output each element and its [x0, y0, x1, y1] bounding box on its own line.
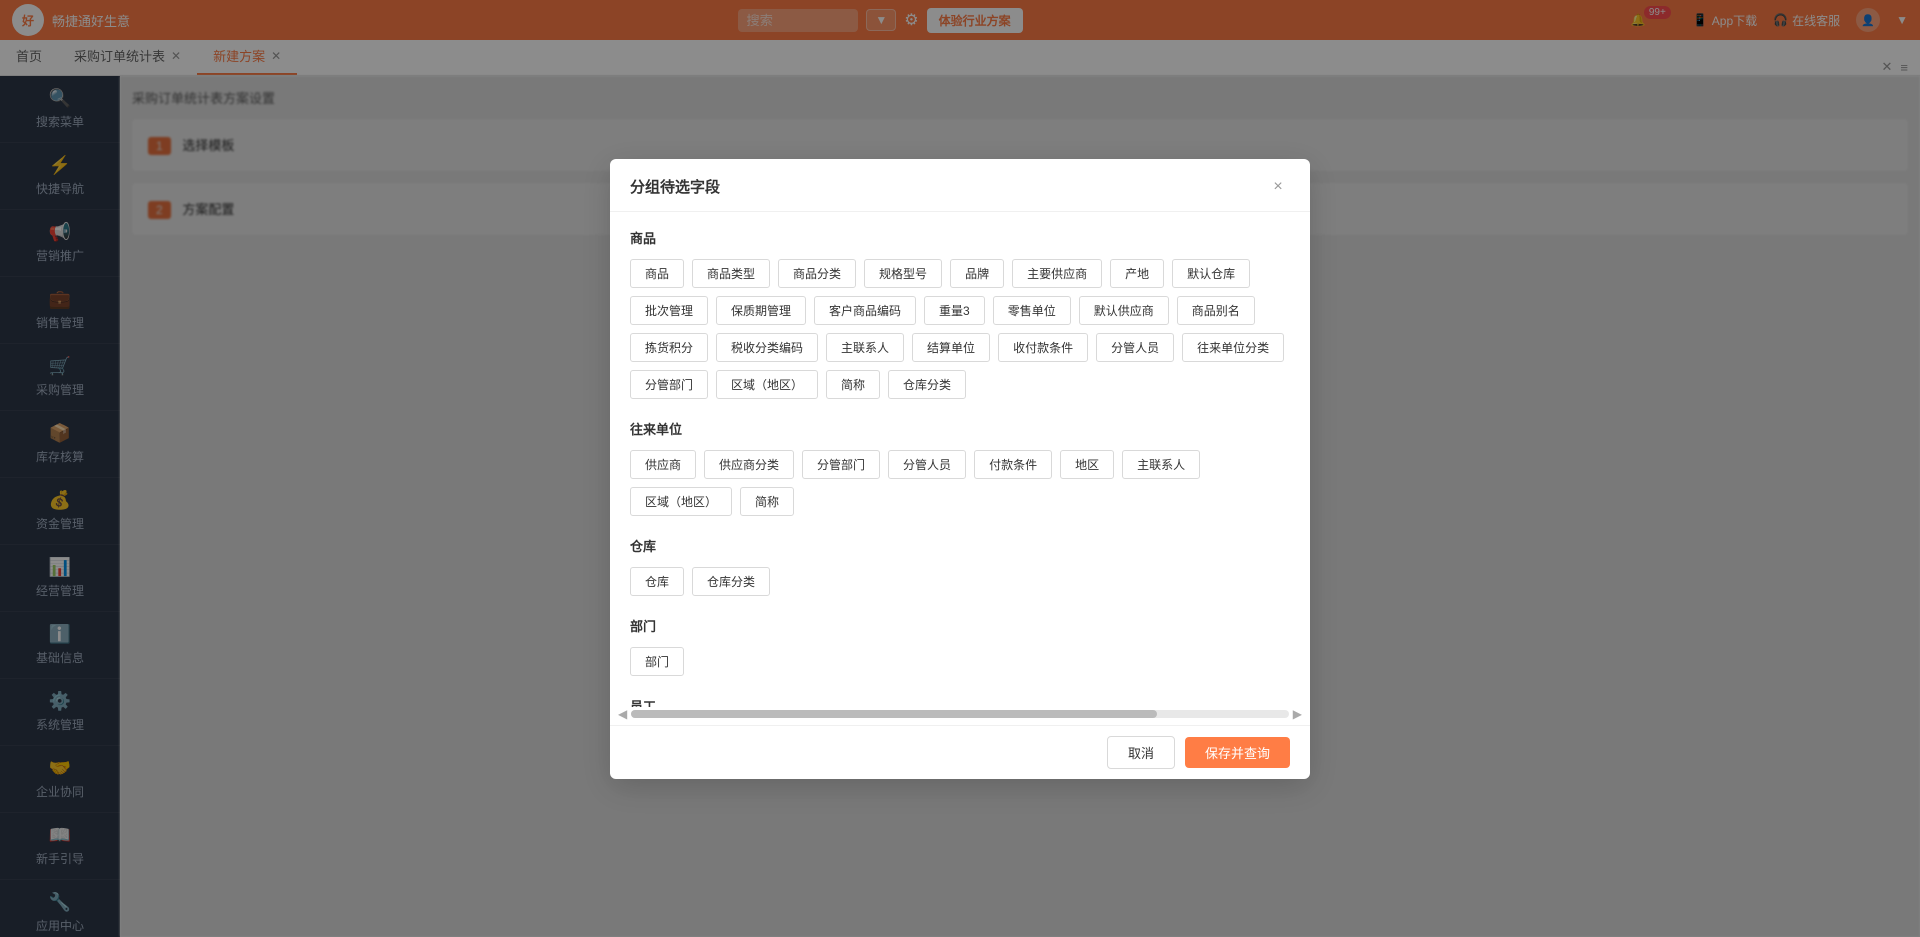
- field-tag-重量3[interactable]: 重量3: [924, 296, 985, 325]
- modal-close-button[interactable]: ×: [1266, 175, 1290, 199]
- section-product: 商品 商品商品类型商品分类规格型号品牌主要供应商产地默认仓库批次管理保质期管理客…: [630, 228, 1290, 399]
- section-department-title: 部门: [630, 616, 1290, 635]
- field-tag-仓库分类[interactable]: 仓库分类: [888, 370, 966, 399]
- field-tag-分管部门[interactable]: 分管部门: [802, 450, 880, 479]
- field-tag-分管人员[interactable]: 分管人员: [888, 450, 966, 479]
- section-partner: 往来单位 供应商供应商分类分管部门分管人员付款条件地区主联系人区域（地区） 简称: [630, 419, 1290, 516]
- field-tag-品牌[interactable]: 品牌: [950, 259, 1004, 288]
- product-fields: 商品商品类型商品分类规格型号品牌主要供应商产地默认仓库批次管理保质期管理客户商品…: [630, 259, 1290, 399]
- field-tag-商品分类[interactable]: 商品分类: [778, 259, 856, 288]
- field-tag-默认供应商[interactable]: 默认供应商: [1079, 296, 1169, 325]
- field-tag-批次管理[interactable]: 批次管理: [630, 296, 708, 325]
- field-tag-拣货积分[interactable]: 拣货积分: [630, 333, 708, 362]
- field-tag-收付款条件[interactable]: 收付款条件: [998, 333, 1088, 362]
- confirm-button[interactable]: 保存并查询: [1185, 737, 1290, 768]
- section-partner-title: 往来单位: [630, 419, 1290, 438]
- field-tag-保质期管理[interactable]: 保质期管理: [716, 296, 806, 325]
- field-tag-仓库分类[interactable]: 仓库分类: [692, 567, 770, 596]
- field-tag-供应商[interactable]: 供应商: [630, 450, 696, 479]
- section-employee-title: 员工: [630, 696, 1290, 707]
- field-tag-产地[interactable]: 产地: [1110, 259, 1164, 288]
- field-tag-商品类型[interactable]: 商品类型: [692, 259, 770, 288]
- field-tag-区域（地区）[interactable]: 区域（地区）: [716, 370, 818, 399]
- field-tag-商品别名[interactable]: 商品别名: [1177, 296, 1255, 325]
- warehouse-fields: 仓库仓库分类: [630, 567, 1290, 596]
- field-tag-结算单位[interactable]: 结算单位: [912, 333, 990, 362]
- field-tag-简称[interactable]: 简称: [740, 487, 794, 516]
- department-fields: 部门: [630, 647, 1290, 676]
- section-warehouse: 仓库 仓库仓库分类: [630, 536, 1290, 596]
- modal: 分组待选字段 × 商品 商品商品类型商品分类规格型号品牌主要供应商产地默认仓库批…: [610, 159, 1310, 779]
- field-tag-主要供应商[interactable]: 主要供应商: [1012, 259, 1102, 288]
- field-tag-主联系人[interactable]: 主联系人: [826, 333, 904, 362]
- field-tag-商品[interactable]: 商品: [630, 259, 684, 288]
- horizontal-scrollbar[interactable]: [631, 710, 1289, 718]
- modal-footer: 取消 保存并查询: [610, 725, 1310, 779]
- field-tag-简称[interactable]: 简称: [826, 370, 880, 399]
- field-tag-仓库[interactable]: 仓库: [630, 567, 684, 596]
- field-tag-供应商分类[interactable]: 供应商分类: [704, 450, 794, 479]
- modal-header: 分组待选字段 ×: [610, 159, 1310, 212]
- field-tag-付款条件[interactable]: 付款条件: [974, 450, 1052, 479]
- field-tag-规格型号[interactable]: 规格型号: [864, 259, 942, 288]
- field-tag-往来单位分类[interactable]: 往来单位分类: [1182, 333, 1284, 362]
- section-department: 部门 部门: [630, 616, 1290, 676]
- field-tag-区域（地区）[interactable]: 区域（地区）: [630, 487, 732, 516]
- modal-title: 分组待选字段: [630, 176, 720, 197]
- modal-hscroll-area: ◀ ▶: [610, 707, 1310, 725]
- field-tag-分管人员[interactable]: 分管人员: [1096, 333, 1174, 362]
- field-tag-零售单位[interactable]: 零售单位: [993, 296, 1071, 325]
- field-tag-默认仓库[interactable]: 默认仓库: [1172, 259, 1250, 288]
- field-tag-主联系人[interactable]: 主联系人: [1122, 450, 1200, 479]
- hscroll-left-arrow[interactable]: ◀: [618, 707, 627, 721]
- section-product-title: 商品: [630, 228, 1290, 247]
- hscroll-right-arrow[interactable]: ▶: [1293, 707, 1302, 721]
- field-tag-税收分类编码[interactable]: 税收分类编码: [716, 333, 818, 362]
- section-employee: 员工 业务员: [630, 696, 1290, 707]
- section-warehouse-title: 仓库: [630, 536, 1290, 555]
- modal-overlay: 分组待选字段 × 商品 商品商品类型商品分类规格型号品牌主要供应商产地默认仓库批…: [0, 0, 1920, 937]
- partner-fields: 供应商供应商分类分管部门分管人员付款条件地区主联系人区域（地区） 简称: [630, 450, 1290, 516]
- cancel-button[interactable]: 取消: [1107, 736, 1175, 769]
- field-tag-部门[interactable]: 部门: [630, 647, 684, 676]
- field-tag-地区[interactable]: 地区: [1060, 450, 1114, 479]
- hscroll-thumb: [631, 710, 1157, 718]
- field-tag-客户商品编码[interactable]: 客户商品编码: [814, 296, 916, 325]
- field-tag-分管部门[interactable]: 分管部门: [630, 370, 708, 399]
- modal-body: 商品 商品商品类型商品分类规格型号品牌主要供应商产地默认仓库批次管理保质期管理客…: [610, 212, 1310, 707]
